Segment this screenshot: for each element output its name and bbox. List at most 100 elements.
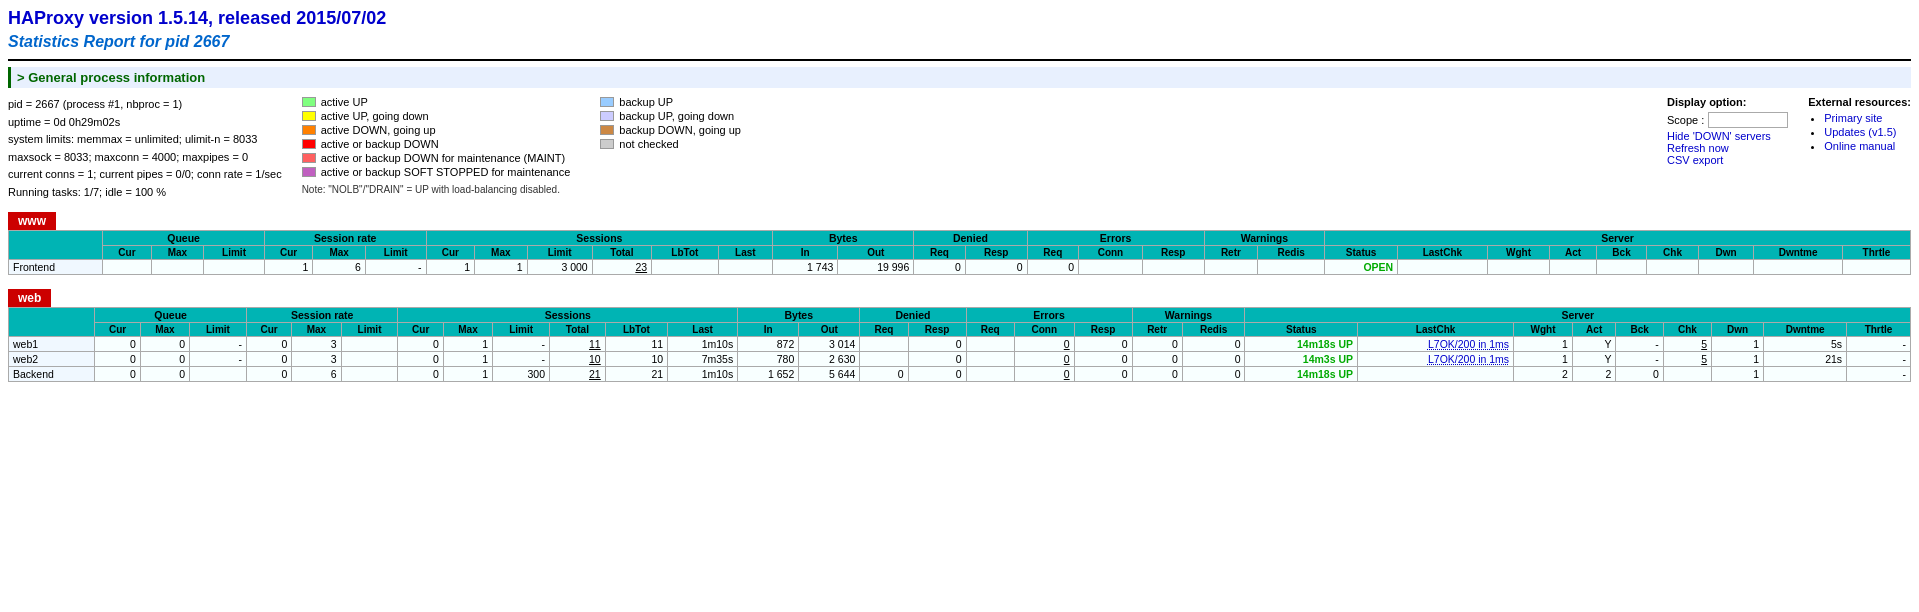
www-th-b-in: In — [773, 245, 838, 259]
backend-act: 2 — [1572, 366, 1615, 381]
hide-down-link[interactable]: Hide 'DOWN' servers — [1667, 130, 1788, 142]
web-th-wght: Wght — [1514, 322, 1573, 336]
web2-wght: 1 — [1514, 351, 1573, 366]
external-link-primary-site[interactable]: Primary site — [1824, 112, 1911, 124]
web2-act: Y — [1572, 351, 1615, 366]
legend-box-backup-down-going-up — [600, 125, 614, 135]
web2-sr-cur: 0 — [246, 351, 291, 366]
backend-e-req — [966, 366, 1014, 381]
backend-s-lbtot: 21 — [605, 366, 667, 381]
legend-maint: active or backup DOWN for maintenance (M… — [302, 152, 571, 164]
web-th-warnings: Warnings — [1132, 307, 1245, 322]
web-th-d-req: Req — [860, 322, 908, 336]
backend-b-out: 5 644 — [799, 366, 860, 381]
web1-w-retr: 0 — [1132, 336, 1182, 351]
web2-q-limit: - — [189, 351, 246, 366]
backend-e-conn: 0 — [1014, 366, 1074, 381]
legend-box-maint — [302, 153, 316, 163]
www-frontend-sr-limit: - — [365, 259, 426, 274]
backend-dwn: 1 — [1712, 366, 1764, 381]
scope-input[interactable] — [1708, 112, 1788, 128]
web1-sr-limit — [341, 336, 398, 351]
www-th-sr-limit: Limit — [365, 245, 426, 259]
www-th-q-max: Max — [151, 245, 204, 259]
www-th-queue: Queue — [103, 230, 265, 245]
web1-thrtle: - — [1847, 336, 1911, 351]
legend-box-backup-up-going-down — [600, 111, 614, 121]
web2-bck: - — [1616, 351, 1663, 366]
web1-e-conn: 0 — [1014, 336, 1074, 351]
www-th-s-cur: Cur — [426, 245, 474, 259]
web-th-dwn: Dwn — [1712, 322, 1764, 336]
web2-e-conn: 0 — [1014, 351, 1074, 366]
web1-s-lbtot: 11 — [605, 336, 667, 351]
backend-sr-limit — [341, 366, 398, 381]
web-row-web2: web2 0 0 - 0 3 0 1 - 10 10 7m35s 780 2 6… — [9, 351, 1911, 366]
legend-soft-stopped: active or backup SOFT STOPPED for mainte… — [302, 166, 571, 178]
web1-chk: 5 — [1663, 336, 1711, 351]
external-resources-list: Primary site Updates (v1.5) Online manua… — [1808, 112, 1911, 152]
www-th-sr-cur: Cur — [264, 245, 312, 259]
header-divider — [8, 59, 1911, 61]
web2-w-redis: 0 — [1182, 351, 1245, 366]
web2-s-last: 7m35s — [668, 351, 738, 366]
www-frontend-act — [1550, 259, 1596, 274]
running-tasks-line: Running tasks: 1/7; idle = 100 % — [8, 184, 282, 202]
scope-row: Scope : — [1667, 112, 1788, 128]
web-th-s-lbtot: LbTot — [605, 322, 667, 336]
legend-box-backup-up — [600, 97, 614, 107]
system-limits-line: system limits: memmax = unlimited; ulimi… — [8, 131, 282, 149]
www-th-w-retr: Retr — [1204, 245, 1258, 259]
web-th-d-resp: Resp — [908, 322, 966, 336]
web2-sr-max: 3 — [292, 351, 341, 366]
backend-w-retr: 0 — [1132, 366, 1182, 381]
external-link-updates[interactable]: Updates (v1.5) — [1824, 126, 1911, 138]
www-th-denied: Denied — [914, 230, 1027, 245]
www-th-act: Act — [1550, 245, 1596, 259]
www-th-wght: Wght — [1487, 245, 1550, 259]
web-th-s-limit: Limit — [493, 322, 550, 336]
legend-backup-down-going-up: backup DOWN, going up — [600, 124, 741, 136]
csv-export-link[interactable]: CSV export — [1667, 154, 1788, 166]
www-th-w-redis: Redis — [1258, 245, 1325, 259]
www-section: www Queue Session rate Sessions Bytes De… — [8, 212, 1911, 275]
web1-dwn: 1 — [1712, 336, 1764, 351]
web-section: web Queue Session rate Sessions Bytes De… — [8, 289, 1911, 382]
www-frontend-thrtle — [1842, 259, 1910, 274]
page-subtitle: Statistics Report for pid 2667 — [8, 33, 1911, 51]
web-th-s-max: Max — [443, 322, 492, 336]
external-resources-title: External resources: — [1808, 96, 1911, 108]
web-th-b-out: Out — [799, 322, 860, 336]
web-th-empty — [9, 307, 95, 336]
backend-wght: 2 — [1514, 366, 1573, 381]
www-th-sr-max: Max — [313, 245, 366, 259]
current-conns-line: current conns = 1; current pipes = 0/0; … — [8, 166, 282, 184]
www-th-warnings: Warnings — [1204, 230, 1324, 245]
www-frontend-q-max — [151, 259, 204, 274]
backend-w-redis: 0 — [1182, 366, 1245, 381]
backend-s-total: 21 — [550, 366, 606, 381]
web-header-group-row: Queue Session rate Sessions Bytes Denied… — [9, 307, 1911, 322]
web-th-session-rate: Session rate — [246, 307, 398, 322]
scope-label: Scope : — [1667, 114, 1704, 126]
web1-d-resp: 0 — [908, 336, 966, 351]
refresh-now-link[interactable]: Refresh now — [1667, 142, 1788, 154]
web2-s-lbtot: 10 — [605, 351, 667, 366]
web1-b-in: 872 — [738, 336, 799, 351]
backend-e-resp: 0 — [1074, 366, 1132, 381]
legend-box-soft-stopped — [302, 167, 316, 177]
external-link-manual[interactable]: Online manual — [1824, 140, 1911, 152]
display-options-title: Display option: — [1667, 96, 1788, 108]
web-th-sr-max: Max — [292, 322, 341, 336]
web1-bck: - — [1616, 336, 1663, 351]
www-frontend-s-limit: 3 000 — [527, 259, 592, 274]
www-th-empty — [9, 230, 103, 259]
www-row-frontend: Frontend 1 6 - 1 1 3 000 23 1 743 19 996… — [9, 259, 1911, 274]
web-th-errors: Errors — [966, 307, 1132, 322]
legend-box-active-up-going-down — [302, 111, 316, 121]
backend-q-limit — [189, 366, 246, 381]
web-th-lastchk: LastChk — [1358, 322, 1514, 336]
www-frontend-e-conn — [1079, 259, 1143, 274]
www-th-chk: Chk — [1647, 245, 1699, 259]
legend-backup-up-going-down: backup UP, going down — [600, 110, 741, 122]
